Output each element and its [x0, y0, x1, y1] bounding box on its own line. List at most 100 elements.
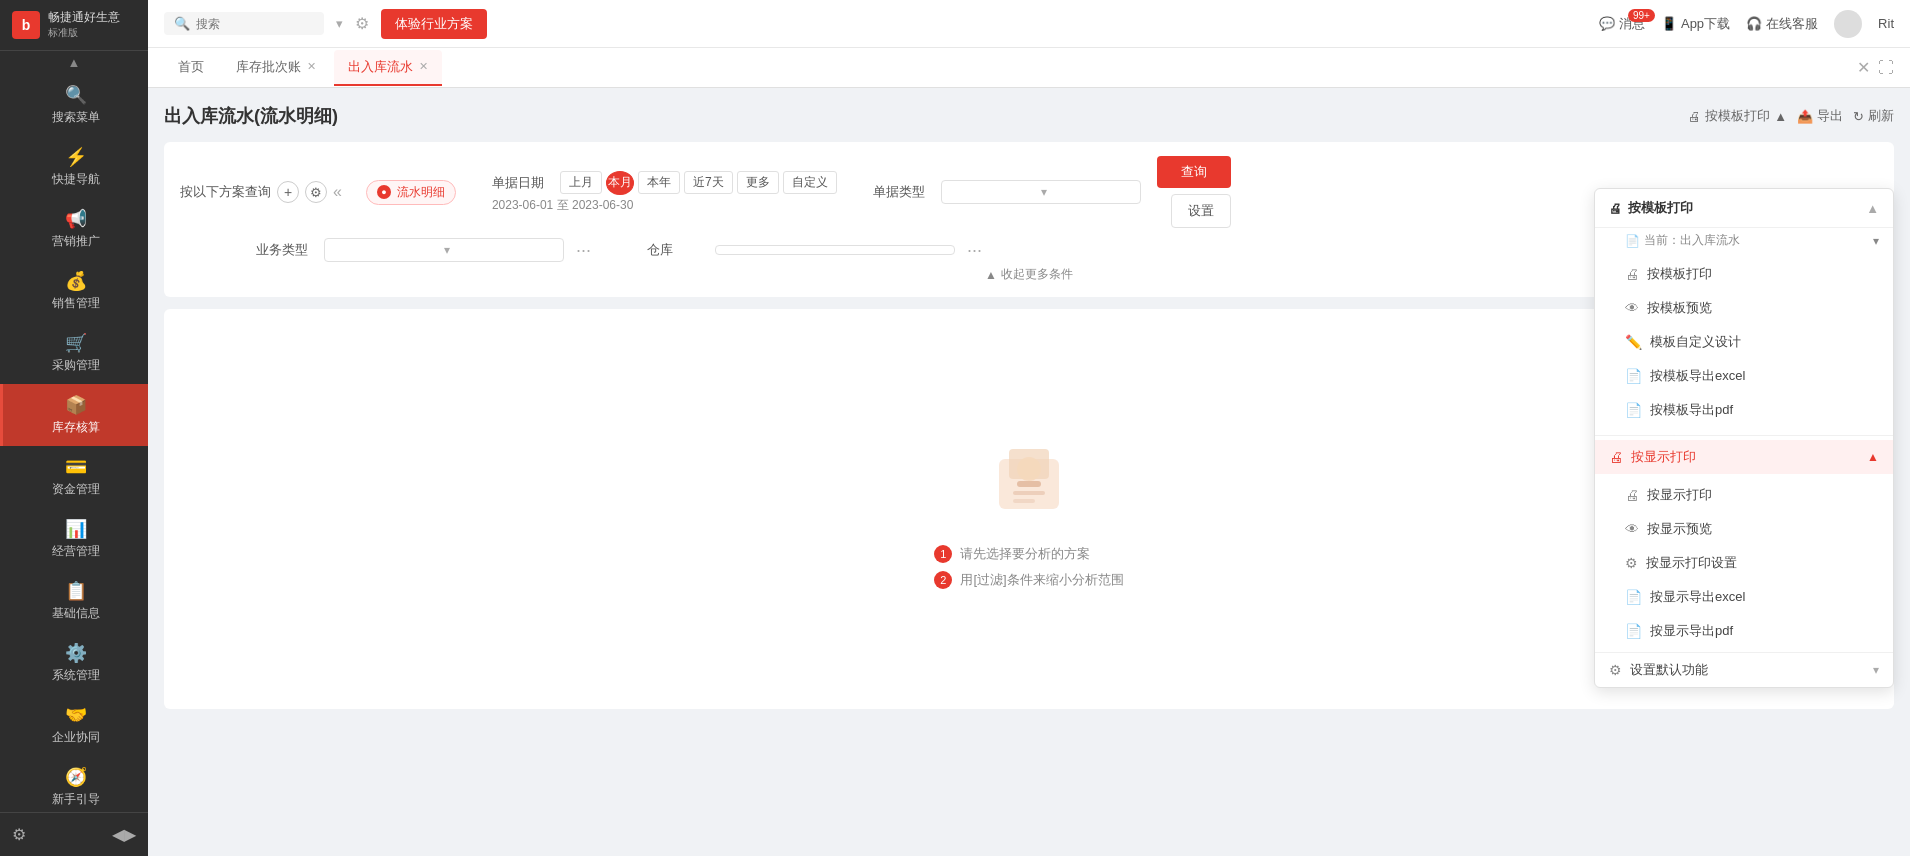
sidebar-settings-icon[interactable]: ⚙: [12, 825, 26, 844]
system-icon: ⚙️: [65, 642, 87, 664]
warehouse-select[interactable]: [715, 245, 955, 255]
filter-settings-btn[interactable]: ⚙: [305, 181, 327, 203]
dropdown-display-excel[interactable]: 📄 按显示导出excel: [1595, 580, 1893, 614]
search-input[interactable]: [196, 17, 296, 31]
date-current-year[interactable]: 本年: [638, 171, 680, 194]
filter-actions: 按以下方案查询 + ⚙ «: [180, 181, 342, 203]
sidebar-item-inventory[interactable]: 📦 库存核算: [0, 384, 148, 446]
app-logo: b 畅捷通好生意 标准版: [0, 0, 148, 51]
template-pdf-icon: 📄: [1625, 402, 1642, 418]
doc-type-select[interactable]: ▾: [941, 180, 1141, 204]
app-download-icon: 📱: [1661, 16, 1677, 31]
topbar-gear-icon[interactable]: ⚙: [355, 14, 369, 33]
business-type-more-icon[interactable]: ···: [576, 240, 591, 261]
sidebar-collapse-icon[interactable]: ◀▶: [112, 825, 136, 844]
search-box[interactable]: 🔍: [164, 12, 324, 35]
tab-maximize-icon[interactable]: ⛶: [1878, 59, 1894, 77]
tab-inventory-batch-close[interactable]: ✕: [307, 60, 316, 73]
dropdown-display-section-header[interactable]: 🖨 按显示打印 ▲: [1595, 440, 1893, 474]
marketing-icon: 📢: [65, 208, 87, 230]
date-7days[interactable]: 近7天: [684, 171, 733, 194]
dropdown-template-design[interactable]: ✏️ 模板自定义设计: [1595, 325, 1893, 359]
sidebar-item-operations[interactable]: 📊 经营管理: [0, 508, 148, 570]
template-print-btn[interactable]: 🖨 按模板打印 ▲: [1688, 107, 1787, 125]
industry-btn[interactable]: 体验行业方案: [381, 9, 487, 39]
app-download-btn[interactable]: 📱 App下载: [1661, 15, 1730, 33]
dropdown-template-excel[interactable]: 📄 按模板导出excel: [1595, 359, 1893, 393]
tab-inventory-batch[interactable]: 库存批次账 ✕: [222, 50, 330, 86]
right-action-area: 查询 设置: [1157, 156, 1231, 228]
dropdown-divider: [1595, 435, 1893, 436]
doc-type-filter: 单据类型 ▾: [873, 180, 1141, 204]
display-pdf-icon: 📄: [1625, 623, 1642, 639]
collab-icon: 🤝: [65, 704, 87, 726]
operations-icon: 📊: [65, 518, 87, 540]
search-chevron-icon[interactable]: ▾: [336, 16, 343, 31]
main-area: 🔍 ▾ ⚙ 体验行业方案 💬 消息 99+ 📱 App下载 🎧 在线客服: [148, 0, 1910, 856]
sidebar-item-sales[interactable]: 💰 销售管理: [0, 260, 148, 322]
username[interactable]: Rit: [1878, 16, 1894, 31]
svg-rect-4: [1013, 491, 1045, 495]
dropdown-display-preview[interactable]: 👁 按显示预览: [1595, 512, 1893, 546]
online-service-btn[interactable]: 🎧 在线客服: [1746, 15, 1818, 33]
date-more[interactable]: 更多: [737, 171, 779, 194]
refresh-btn[interactable]: ↻ 刷新: [1853, 107, 1894, 125]
sidebar-bottom: ⚙ ◀▶: [0, 812, 148, 856]
export-btn[interactable]: 📤 导出: [1797, 107, 1843, 125]
sidebar-scroll-up[interactable]: ▲: [0, 51, 148, 74]
topbar: 🔍 ▾ ⚙ 体验行业方案 💬 消息 99+ 📱 App下载 🎧 在线客服: [148, 0, 1910, 48]
dropdown-footer[interactable]: ⚙ 设置默认功能 ▾: [1595, 652, 1893, 687]
tab-home-label: 首页: [178, 58, 204, 76]
template-print-icon: 🖨: [1625, 266, 1639, 282]
display-section-arrow: ▲: [1867, 450, 1879, 464]
sidebar-item-collab[interactable]: 🤝 企业协同: [0, 694, 148, 756]
dropdown-display-settings[interactable]: ⚙ 按显示打印设置: [1595, 546, 1893, 580]
finance-icon: 💳: [65, 456, 87, 478]
date-current-month[interactable]: 本月: [606, 171, 634, 195]
sidebar-item-marketing[interactable]: 📢 营销推广: [0, 198, 148, 260]
filter-collapse-icon[interactable]: «: [333, 183, 342, 201]
sidebar-item-finance[interactable]: 💳 资金管理: [0, 446, 148, 508]
filter-tag[interactable]: ● 流水明细: [366, 180, 456, 205]
search-icon: 🔍: [65, 84, 87, 106]
business-type-select[interactable]: ▾: [324, 238, 564, 262]
tab-home[interactable]: 首页: [164, 50, 218, 86]
dropdown-template-preview[interactable]: 👁 按模板预览: [1595, 291, 1893, 325]
search-label: 搜索菜单: [52, 109, 100, 126]
avatar[interactable]: [1834, 10, 1862, 38]
dropdown-template-pdf[interactable]: 📄 按模板导出pdf: [1595, 393, 1893, 427]
dropdown-collapse-icon[interactable]: ▲: [1866, 201, 1879, 216]
query-btn[interactable]: 查询: [1157, 156, 1231, 188]
date-btns: 上月 本月 本年 近7天 更多 自定义: [560, 171, 837, 195]
sidebar-item-basics[interactable]: 📋 基础信息: [0, 570, 148, 632]
tab-warehouse-flow[interactable]: 出入库流水 ✕: [334, 50, 442, 86]
display-print-icon: 🖨: [1625, 487, 1639, 503]
sidebar-item-purchase[interactable]: 🛒 采购管理: [0, 322, 148, 384]
print-chevron-icon: ▲: [1774, 109, 1787, 124]
message-btn[interactable]: 💬 消息 99+: [1599, 15, 1645, 33]
date-prev-month[interactable]: 上月: [560, 171, 602, 194]
tip-num-2: 2: [934, 571, 952, 589]
purchase-label: 采购管理: [52, 357, 100, 374]
sidebar-item-quicknav[interactable]: ⚡ 快捷导航: [0, 136, 148, 198]
sidebar-item-guide[interactable]: 🧭 新手引导: [0, 756, 148, 812]
purchase-icon: 🛒: [65, 332, 87, 354]
dropdown-display-print[interactable]: 🖨 按显示打印: [1595, 478, 1893, 512]
dropdown-current-arrow: ▾: [1873, 234, 1879, 248]
warehouse-more-icon[interactable]: ···: [967, 240, 982, 261]
date-filter: 单据日期 上月 本月 本年 近7天 更多 自定义 2023-06-01 至 20…: [492, 171, 837, 214]
quicknav-icon: ⚡: [65, 146, 87, 168]
settings-btn[interactable]: 设置: [1171, 194, 1231, 228]
date-label: 单据日期: [492, 174, 552, 192]
tab-close-all-icon[interactable]: ✕: [1857, 58, 1870, 77]
date-custom[interactable]: 自定义: [783, 171, 837, 194]
dropdown-template-section: 🖨 按模板打印 👁 按模板预览 ✏️ 模板自定义设计 📄 按模板导出excel: [1595, 253, 1893, 431]
page-title-bar: 出入库流水(流水明细) 🖨 按模板打印 ▲ 📤 导出 ↻ 刷新: [164, 104, 1894, 128]
sidebar-item-system[interactable]: ⚙️ 系统管理: [0, 632, 148, 694]
dropdown-display-pdf[interactable]: 📄 按显示导出pdf: [1595, 614, 1893, 648]
tab-warehouse-flow-close[interactable]: ✕: [419, 60, 428, 73]
sidebar-item-search[interactable]: 🔍 搜索菜单: [0, 74, 148, 136]
filter-add-btn[interactable]: +: [277, 181, 299, 203]
dropdown-template-print[interactable]: 🖨 按模板打印: [1595, 257, 1893, 291]
guide-icon: 🧭: [65, 766, 87, 788]
